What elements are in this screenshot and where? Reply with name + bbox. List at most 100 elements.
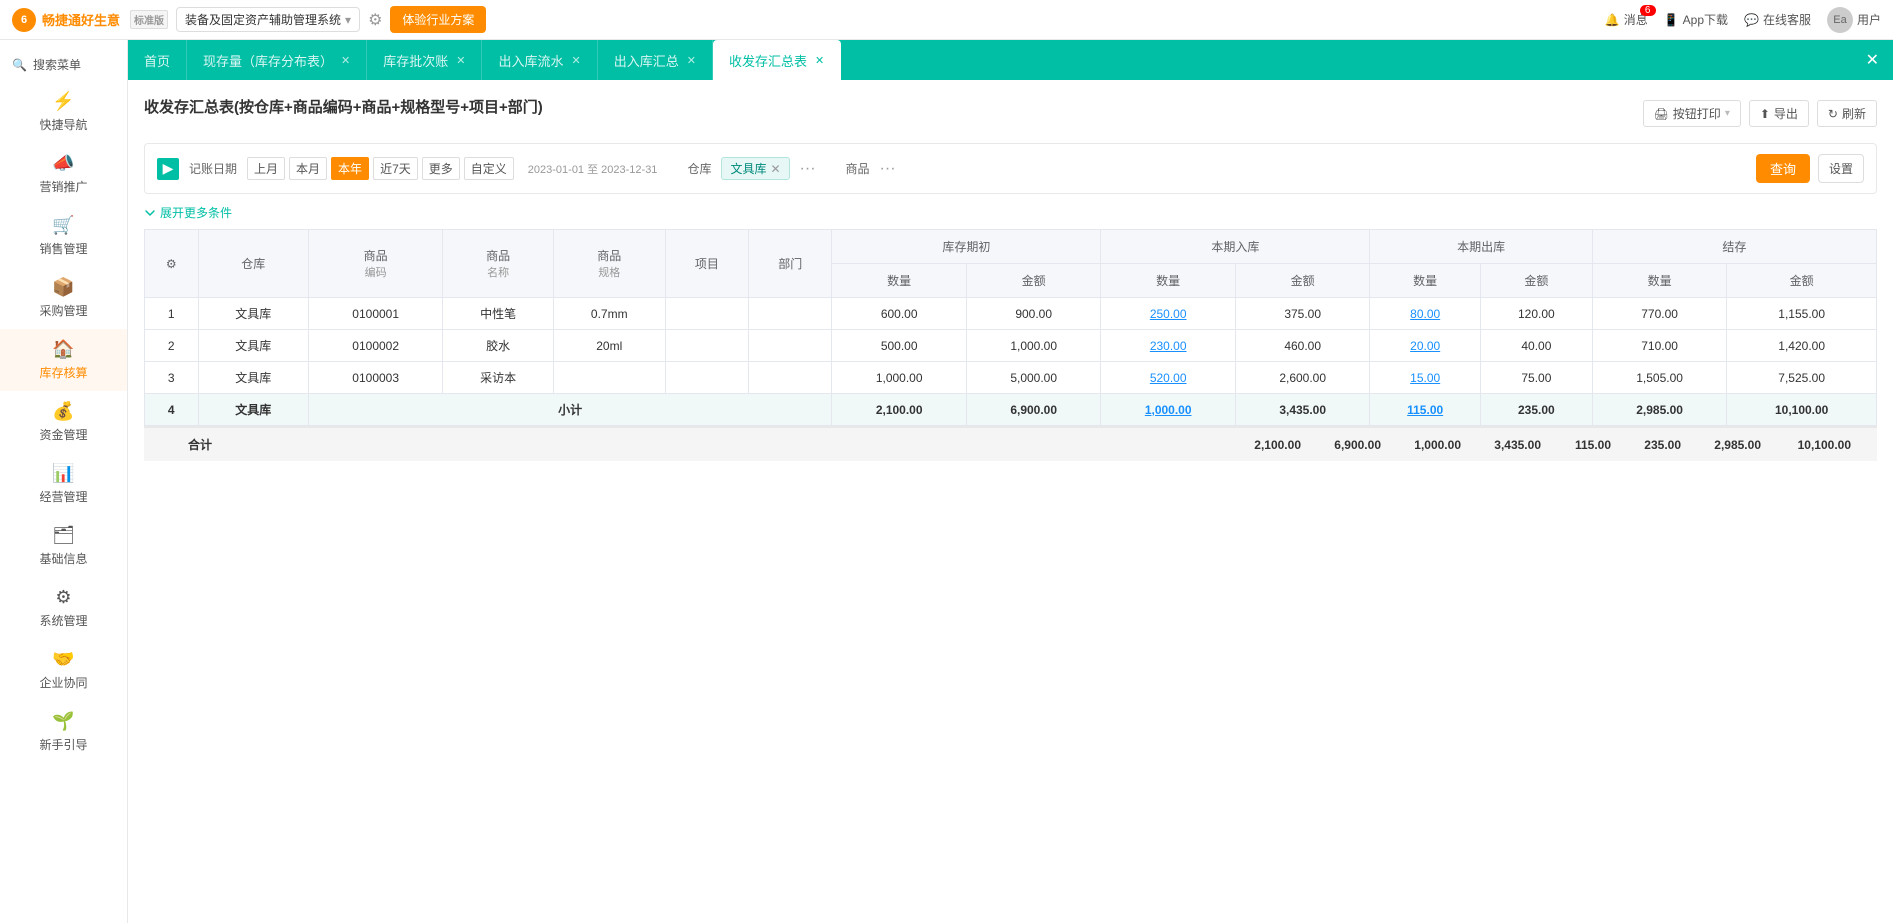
print-btn[interactable]: 🖨 按钮打印 ▾ bbox=[1643, 100, 1741, 127]
goods-more-btn[interactable]: ··· bbox=[880, 160, 896, 178]
export-btn[interactable]: ⬆ 导出 bbox=[1749, 100, 1809, 127]
app-download-label: App下载 bbox=[1683, 11, 1728, 28]
user-label: 用户 bbox=[1857, 11, 1881, 28]
tab-stock-dist[interactable]: 现存量（库存分布表） ✕ bbox=[187, 40, 367, 80]
newbie-label: 新手引导 bbox=[39, 736, 87, 753]
app-download-btn[interactable]: 📱 App下载 bbox=[1664, 11, 1728, 28]
tab-recv-send-close[interactable]: ✕ bbox=[815, 54, 824, 67]
tab-batch-close[interactable]: ✕ bbox=[456, 54, 465, 67]
tab-stock-dist-close[interactable]: ✕ bbox=[341, 54, 350, 67]
content-area: 首页 现存量（库存分布表） ✕ 库存批次账 ✕ 出入库流水 ✕ 出入库汇总 ✕ bbox=[128, 40, 1893, 923]
tab-inout-summary-close[interactable]: ✕ bbox=[687, 54, 696, 67]
cell-warehouse: 文具库 bbox=[198, 362, 308, 394]
th-out-qty: 数量 bbox=[1370, 264, 1480, 298]
th-closing-group: 结存 bbox=[1592, 230, 1876, 264]
cell-closing-amt: 7,525.00 bbox=[1727, 362, 1877, 394]
brand-tag: 标准版 bbox=[130, 10, 168, 29]
top-bar-right: 🔔 消息 6 📱 App下载 💬 在线客服 Ea 用户 bbox=[1605, 7, 1881, 33]
filter-date-more[interactable]: 更多 bbox=[422, 157, 460, 180]
newbie-icon: 🌱 bbox=[52, 711, 74, 732]
sidebar-item-operations[interactable]: 📊 经营管理 bbox=[0, 453, 127, 515]
tab-home[interactable]: 首页 bbox=[128, 40, 187, 80]
tab-inout-flow-close[interactable]: ✕ bbox=[572, 54, 581, 67]
date-range: 2023-01-01 至 2023-12-31 bbox=[528, 161, 658, 177]
cell-warehouse: 文具库 bbox=[198, 330, 308, 362]
cell-opening-amt: 900.00 bbox=[966, 298, 1101, 330]
filter-date-custom[interactable]: 自定义 bbox=[464, 157, 514, 180]
warehouse-more-btn[interactable]: ··· bbox=[800, 160, 816, 178]
cell-in-qty[interactable]: 520.00 bbox=[1101, 362, 1236, 394]
subtotal-closing-amt: 10,100.00 bbox=[1727, 394, 1877, 426]
cell-out-amt: 75.00 bbox=[1480, 362, 1592, 394]
cell-project bbox=[665, 362, 748, 394]
sidebar-item-system[interactable]: ⚙ 系统管理 bbox=[0, 577, 127, 639]
quicknav-label: 快捷导航 bbox=[39, 116, 87, 133]
sidebar-item-newbie[interactable]: 🌱 新手引导 bbox=[0, 701, 127, 763]
sidebar-item-purchase[interactable]: 📦 采购管理 bbox=[0, 267, 127, 329]
bell-icon: 🔔 bbox=[1605, 13, 1620, 27]
settings-gear-icon[interactable]: ⚙ bbox=[166, 257, 177, 271]
th-opening-qty: 数量 bbox=[832, 264, 967, 298]
subtotal-out-qty[interactable]: 115.00 bbox=[1370, 394, 1480, 426]
filter-collapse-btn[interactable]: ▶ bbox=[157, 158, 179, 180]
tab-recv-send[interactable]: 收发存汇总表 ✕ bbox=[713, 40, 841, 80]
subtotal-closing-qty: 2,985.00 bbox=[1592, 394, 1727, 426]
cell-in-amt: 2,600.00 bbox=[1235, 362, 1370, 394]
online-service-label: 在线客服 bbox=[1763, 11, 1811, 28]
query-btn[interactable]: 查询 bbox=[1756, 154, 1810, 183]
tab-batch[interactable]: 库存批次账 ✕ bbox=[367, 40, 482, 80]
chevron-down-expand-icon bbox=[144, 207, 156, 219]
messages-btn[interactable]: 🔔 消息 6 bbox=[1605, 11, 1648, 28]
total-out-amt: 235.00 bbox=[1621, 438, 1691, 452]
sidebar-item-inventory[interactable]: 🏠 库存核算 bbox=[0, 329, 127, 391]
experience-btn[interactable]: 体验行业方案 bbox=[390, 6, 486, 33]
expand-more-btn[interactable]: 展开更多条件 bbox=[144, 204, 1877, 221]
cell-no: 3 bbox=[145, 362, 199, 394]
tab-inout-flow-label: 出入库流水 bbox=[498, 51, 563, 70]
sidebar-item-basicinfo[interactable]: 🗂 基础信息 bbox=[0, 515, 127, 577]
subtotal-in-amt: 3,435.00 bbox=[1235, 394, 1370, 426]
cell-out-qty[interactable]: 80.00 bbox=[1370, 298, 1480, 330]
sidebar-item-sales[interactable]: 🛒 销售管理 bbox=[0, 205, 127, 267]
filter-date-last-month[interactable]: 上月 bbox=[247, 157, 285, 180]
search-label: 搜索菜单 bbox=[33, 56, 81, 73]
tab-bar-close-all[interactable]: ✕ bbox=[1852, 50, 1893, 70]
sidebar-item-enterprise[interactable]: 🤝 企业协同 bbox=[0, 639, 127, 701]
cell-goods-code: 0100003 bbox=[308, 362, 443, 394]
filter-date-7days[interactable]: 近7天 bbox=[373, 157, 418, 180]
user-btn[interactable]: Ea 用户 bbox=[1827, 7, 1881, 33]
filter-date-this-year[interactable]: 本年 bbox=[331, 157, 369, 180]
inventory-label: 库存核算 bbox=[39, 364, 87, 381]
filter-date-this-month[interactable]: 本月 bbox=[289, 157, 327, 180]
subtotal-opening-amt: 6,900.00 bbox=[966, 394, 1101, 426]
th-out-group: 本期出库 bbox=[1370, 230, 1592, 264]
system-selector[interactable]: 装备及固定资产辅助管理系统 ▾ bbox=[176, 7, 360, 32]
avatar: Ea bbox=[1827, 7, 1853, 33]
subtotal-in-qty[interactable]: 1,000.00 bbox=[1101, 394, 1236, 426]
cell-goods-name: 采访本 bbox=[443, 362, 553, 394]
page-title: 收发存汇总表(按仓库+商品编码+商品+规格型号+项目+部门) bbox=[144, 96, 543, 117]
table-row: 3 文具库 0100003 采访本 1,000.00 5,000.00 520.… bbox=[145, 362, 1877, 394]
cell-in-qty[interactable]: 230.00 bbox=[1101, 330, 1236, 362]
th-out-amt: 金额 bbox=[1480, 264, 1592, 298]
cell-in-qty[interactable]: 250.00 bbox=[1101, 298, 1236, 330]
sidebar-item-search[interactable]: 🔍 搜索菜单 bbox=[0, 48, 127, 81]
tab-inout-flow[interactable]: 出入库流水 ✕ bbox=[482, 40, 597, 80]
system-icon: ⚙ bbox=[55, 587, 71, 608]
cell-out-qty[interactable]: 15.00 bbox=[1370, 362, 1480, 394]
sidebar-item-capital[interactable]: 💰 资金管理 bbox=[0, 391, 127, 453]
th-settings[interactable]: ⚙ bbox=[145, 230, 199, 298]
cell-out-qty[interactable]: 20.00 bbox=[1370, 330, 1480, 362]
enterprise-label: 企业协同 bbox=[39, 674, 87, 691]
goods-label: 商品 bbox=[846, 160, 870, 177]
sidebar-item-marketing[interactable]: 📣 营销推广 bbox=[0, 143, 127, 205]
tab-bar: 首页 现存量（库存分布表） ✕ 库存批次账 ✕ 出入库流水 ✕ 出入库汇总 ✕ bbox=[128, 40, 1893, 80]
sidebar-item-quicknav[interactable]: ⚡ 快捷导航 bbox=[0, 81, 127, 143]
cell-opening-amt: 5,000.00 bbox=[966, 362, 1101, 394]
warehouse-tag-close[interactable]: ✕ bbox=[770, 162, 780, 176]
refresh-btn[interactable]: ↻ 刷新 bbox=[1817, 100, 1877, 127]
gear-icon[interactable]: ⚙ bbox=[368, 10, 382, 30]
tab-inout-summary[interactable]: 出入库汇总 ✕ bbox=[598, 40, 713, 80]
online-service-btn[interactable]: 💬 在线客服 bbox=[1744, 11, 1811, 28]
setting-btn[interactable]: 设置 bbox=[1818, 154, 1864, 183]
